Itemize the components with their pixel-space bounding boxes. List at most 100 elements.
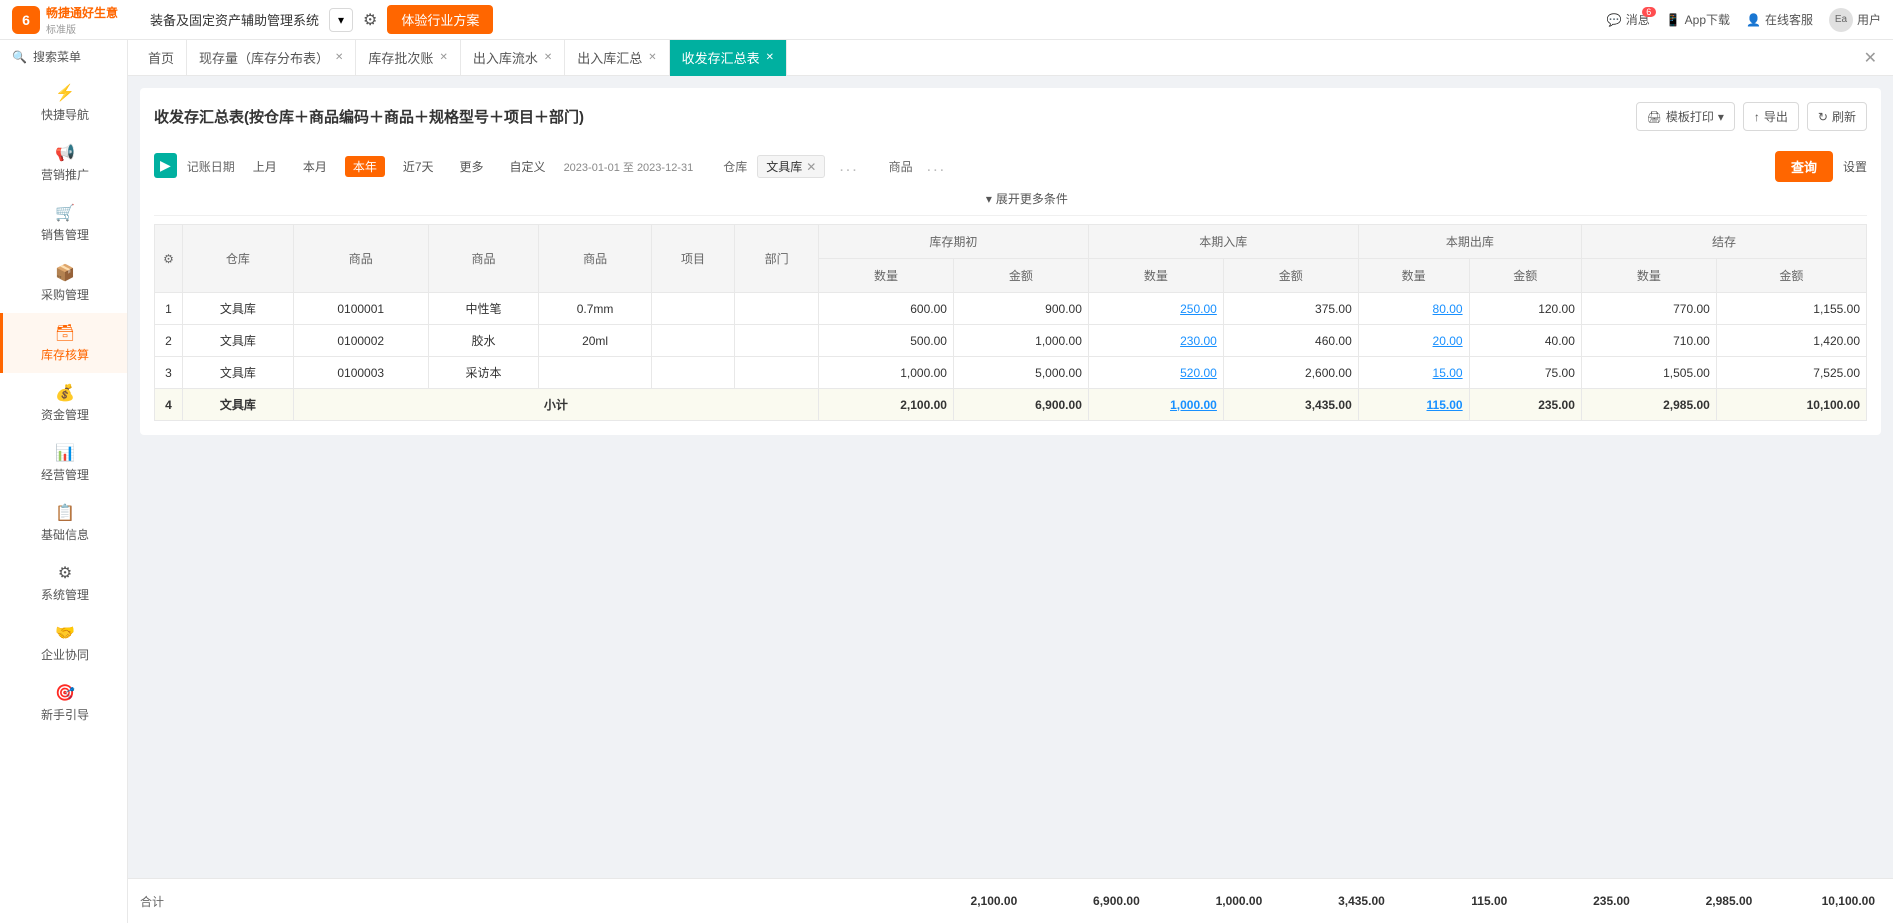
table-wrapper: ⚙ 仓库 商品 商品 商品 项目 部门 库存期初 本期入库 本期出库 — [154, 224, 1867, 421]
logo-text: 畅捷通好生意 标准版 — [46, 4, 118, 36]
row-in-qty[interactable]: 250.00 — [1088, 293, 1223, 325]
row-in-qty[interactable]: 230.00 — [1088, 325, 1223, 357]
row-out-qty[interactable]: 20.00 — [1358, 325, 1469, 357]
avatar: Ea — [1829, 8, 1853, 32]
row-project — [651, 357, 735, 389]
user-label: 用户 — [1857, 11, 1881, 28]
row-warehouse: 文具库 — [183, 293, 294, 325]
query-button[interactable]: 查询 — [1775, 151, 1833, 182]
system-dropdown[interactable]: ▾ — [329, 8, 353, 32]
date-btn-this-month[interactable]: 本月 — [295, 156, 335, 177]
row-end-amt: 1,420.00 — [1716, 325, 1866, 357]
sidebar-item-label: 库存核算 — [41, 346, 89, 363]
warehouse-tag-text: 文具库 — [766, 158, 802, 175]
message-badge: 6 — [1642, 7, 1656, 17]
row-end-qty: 710.00 — [1581, 325, 1716, 357]
date-btn-custom[interactable]: 自定义 — [502, 156, 554, 177]
tab-batch-label: 库存批次账 — [368, 48, 433, 67]
sidebar-item-purchase[interactable]: 📦 采购管理 — [0, 253, 127, 313]
filter-arrow[interactable]: ▶ — [154, 153, 177, 178]
row-spec — [539, 357, 651, 389]
print-button[interactable]: 🖨 模板打印 ▾ — [1636, 102, 1735, 131]
sidebar-item-finance[interactable]: 💰 资金管理 — [0, 373, 127, 433]
goods-filter-dots[interactable]: ... — [927, 158, 946, 176]
subtotal-opening-amt: 6,900.00 — [953, 389, 1088, 421]
row-no: 1 — [155, 293, 183, 325]
user-action[interactable]: Ea 用户 — [1829, 8, 1881, 32]
search-menu[interactable]: 🔍 搜索菜单 — [0, 40, 127, 73]
th-settings[interactable]: ⚙ — [155, 225, 183, 293]
subtotal-end-qty: 2,985.00 — [1581, 389, 1716, 421]
guide-icon: 🎯 — [55, 683, 75, 703]
setting-button[interactable]: 设置 — [1843, 158, 1867, 175]
sidebar-item-system[interactable]: ⚙ 系统管理 — [0, 553, 127, 613]
export-button[interactable]: ↑ 导出 — [1743, 102, 1799, 131]
date-btn-7days[interactable]: 近7天 — [395, 156, 442, 177]
th-warehouse: 仓库 — [183, 225, 294, 293]
tab-inout-flow[interactable]: 出入库流水 ✕ — [461, 40, 565, 76]
tab-inout-flow-close[interactable]: ✕ — [544, 52, 552, 63]
row-in-qty[interactable]: 520.00 — [1088, 357, 1223, 389]
sidebar-item-sales[interactable]: 🛒 销售管理 — [0, 193, 127, 253]
th-ending-stock: 结存 — [1581, 225, 1866, 259]
tab-stock-dist[interactable]: 现存量（库存分布表） ✕ — [187, 40, 356, 76]
row-warehouse: 文具库 — [183, 325, 294, 357]
sidebar-item-quick-nav[interactable]: ⚡ 快捷导航 — [0, 73, 127, 133]
sidebar: 🔍 搜索菜单 ⚡ 快捷导航 📢 营销推广 🛒 销售管理 📦 采购管理 🗃 — [0, 40, 128, 923]
tab-recv-send-close[interactable]: ✕ — [766, 52, 774, 63]
row-spec: 20ml — [539, 325, 651, 357]
row-project — [651, 325, 735, 357]
row-dept — [735, 293, 819, 325]
warehouse-filter-dots[interactable]: ... — [839, 158, 858, 176]
refresh-button[interactable]: ↻ 刷新 — [1807, 102, 1867, 131]
row-opening-qty: 500.00 — [819, 325, 954, 357]
app-download-action[interactable]: 📱 App下载 — [1666, 11, 1730, 28]
date-btn-last-month[interactable]: 上月 — [245, 156, 285, 177]
tab-home[interactable]: 首页 — [136, 40, 187, 76]
tab-batch-close[interactable]: ✕ — [439, 52, 447, 63]
trial-button[interactable]: 体验行业方案 — [387, 5, 493, 34]
sidebar-item-enterprise[interactable]: 🤝 企业协同 — [0, 613, 127, 673]
sidebar-item-guide[interactable]: 🎯 新手引导 — [0, 673, 127, 733]
subtotal-out-qty[interactable]: 115.00 — [1358, 389, 1469, 421]
warehouse-tag-remove[interactable]: ✕ — [806, 160, 816, 174]
expand-conditions-button[interactable]: ▾ 展开更多条件 — [986, 190, 1068, 207]
tab-recv-send-label: 收发存汇总表 — [682, 48, 760, 67]
tab-stock-dist-close[interactable]: ✕ — [335, 52, 343, 63]
sidebar-item-label: 新手引导 — [41, 706, 89, 723]
page-card: 收发存汇总表(按仓库＋商品编码＋商品＋规格型号＋项目＋部门) 🖨 模板打印 ▾ … — [140, 88, 1881, 435]
system-icon: ⚙ — [58, 563, 72, 583]
row-out-qty[interactable]: 15.00 — [1358, 357, 1469, 389]
sidebar-item-operations[interactable]: 📊 经营管理 — [0, 433, 127, 493]
tab-inout-summary[interactable]: 出入库汇总 ✕ — [565, 40, 669, 76]
row-warehouse: 文具库 — [183, 357, 294, 389]
tab-close-all[interactable]: ✕ — [1856, 48, 1885, 68]
page-header: 收发存汇总表(按仓库＋商品编码＋商品＋规格型号＋项目＋部门) 🖨 模板打印 ▾ … — [154, 102, 1867, 131]
gear-button[interactable]: ⚙ — [363, 10, 377, 30]
online-service-action[interactable]: 👤 在线客服 — [1746, 11, 1813, 28]
row-end-amt: 1,155.00 — [1716, 293, 1866, 325]
total-end-qty: 2,985.00 — [1636, 887, 1759, 915]
tab-batch[interactable]: 库存批次账 ✕ — [356, 40, 460, 76]
tab-bar: 首页 现存量（库存分布表） ✕ 库存批次账 ✕ 出入库流水 ✕ 出入库汇总 ✕ — [128, 40, 1893, 76]
row-out-qty[interactable]: 80.00 — [1358, 293, 1469, 325]
refresh-icon: ↻ — [1818, 110, 1828, 124]
logo-area: 6 畅捷通好生意 标准版 — [12, 4, 140, 36]
sidebar-item-label: 采购管理 — [41, 286, 89, 303]
phone-icon: 📱 — [1666, 13, 1681, 27]
tab-recv-send-summary[interactable]: 收发存汇总表 ✕ — [670, 40, 787, 76]
tab-inout-summary-label: 出入库汇总 — [577, 48, 642, 67]
tab-inout-summary-close[interactable]: ✕ — [648, 52, 656, 63]
message-action[interactable]: 💬 消息 6 — [1607, 11, 1650, 28]
date-btn-more[interactable]: 更多 — [452, 156, 492, 177]
sidebar-item-basic-info[interactable]: 📋 基础信息 — [0, 493, 127, 553]
refresh-label: 刷新 — [1832, 108, 1856, 125]
sidebar-item-inventory[interactable]: 🗃 库存核算 — [0, 313, 127, 373]
date-btn-this-year[interactable]: 本年 — [345, 156, 385, 177]
sidebar-item-marketing[interactable]: 📢 营销推广 — [0, 133, 127, 193]
row-goods: 胶水 — [428, 325, 539, 357]
subtotal-in-qty[interactable]: 1,000.00 — [1088, 389, 1223, 421]
th-in-qty: 数量 — [1088, 259, 1223, 293]
date-label: 记账日期 — [187, 158, 235, 175]
sidebar-item-label: 资金管理 — [41, 406, 89, 423]
